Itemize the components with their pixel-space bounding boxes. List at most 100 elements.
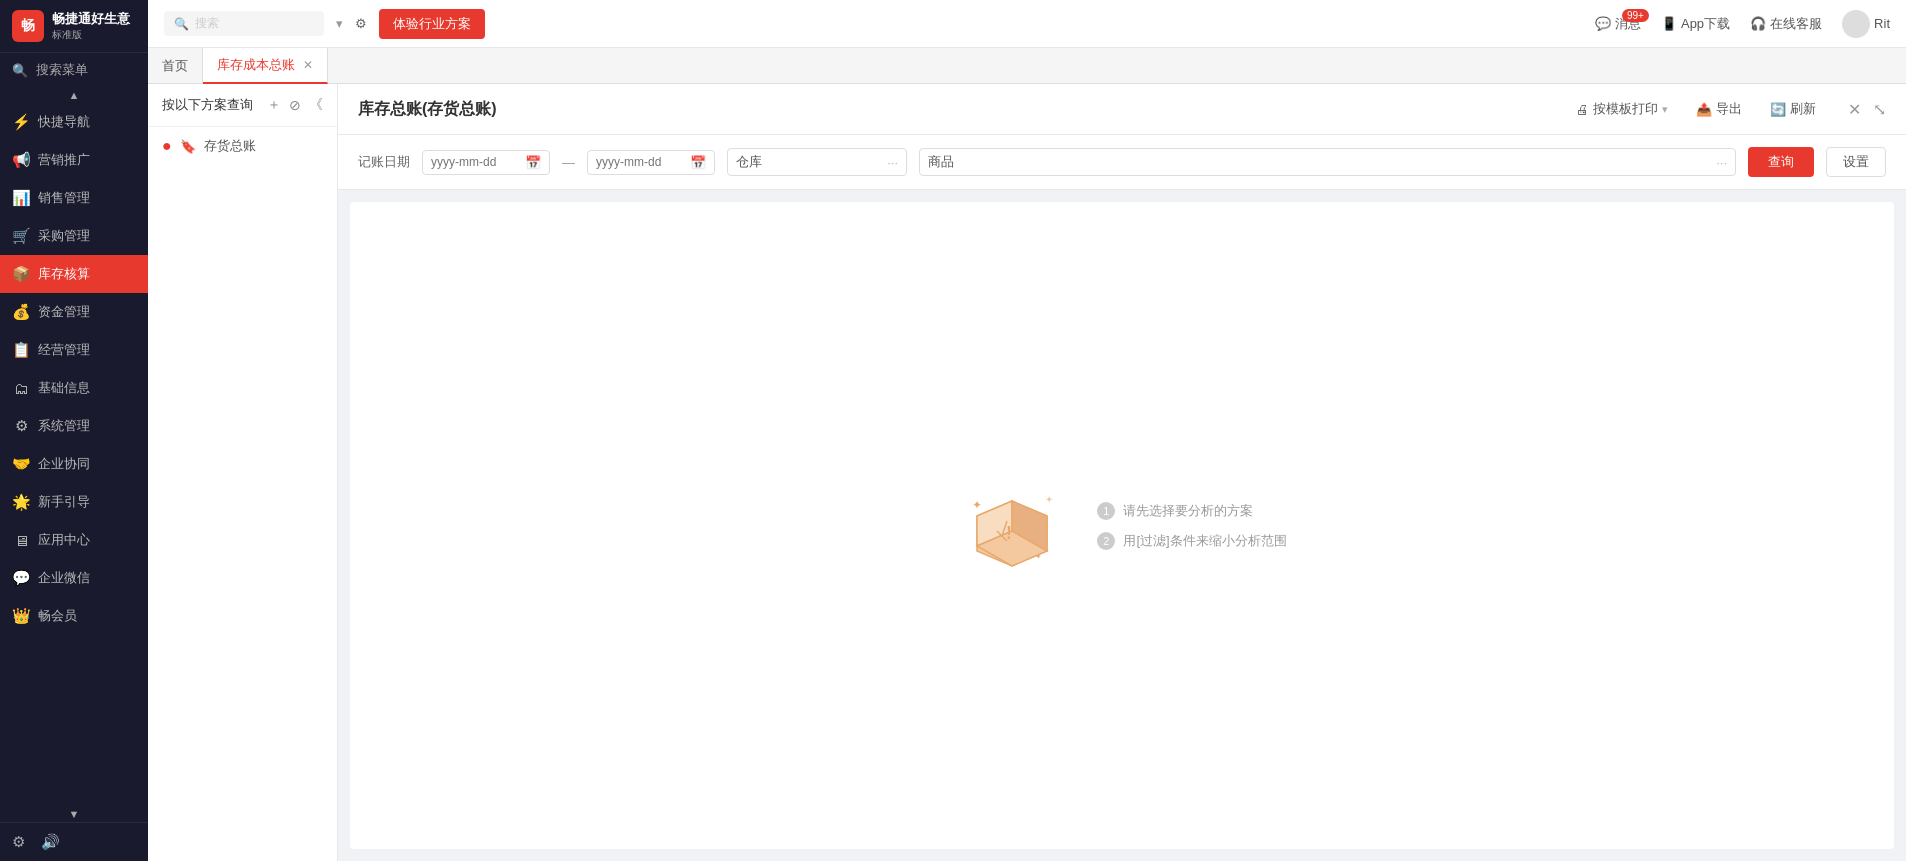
cooperation-icon: 🤝 — [12, 455, 30, 473]
filter-item-icon: 🔖 — [180, 139, 196, 154]
date-end-calendar-icon[interactable]: 📅 — [690, 155, 706, 170]
sidebar: 畅 畅捷通好生意 标准版 🔍 搜索菜单 ▲ ⚡ 快捷导航 📢 营销推广 📊 销售… — [0, 0, 148, 861]
sidebar-item-inventory[interactable]: 📦 库存核算 — [0, 255, 148, 293]
sidebar-item-system[interactable]: ⚙ 系统管理 — [0, 407, 148, 445]
filter-item-dot: ● — [162, 137, 172, 155]
filter-row: 记账日期 📅 — 📅 仓库 ··· 商品 ··· — [338, 135, 1906, 190]
tip-num-2: 2 — [1097, 532, 1115, 550]
warehouse-label: 仓库 — [736, 153, 762, 171]
sidebar-item-cooperation[interactable]: 🤝 企业协同 — [0, 445, 148, 483]
date-label: 记账日期 — [358, 153, 410, 171]
empty-state: ! ✦ ✦ ✦ 1 请先选择要分析的方案 2 用[过滤]条件来缩小 — [350, 202, 1894, 849]
sidebar-item-basic[interactable]: 🗂 基础信息 — [0, 369, 148, 407]
filter-item-inventory-ledger[interactable]: ● 🔖 存货总账 — [148, 127, 337, 165]
message-btn[interactable]: 💬 消息 99+ — [1595, 15, 1641, 33]
warehouse-more-icon[interactable]: ··· — [887, 155, 898, 170]
empty-tip-2: 2 用[过滤]条件来缩小分析范围 — [1097, 532, 1286, 550]
filter-delete-icon[interactable]: ⊘ — [289, 97, 301, 113]
appcenter-icon: 🖥 — [12, 532, 30, 549]
refresh-icon: 🔄 — [1770, 102, 1786, 117]
main-area: 🔍 搜索 ▾ ⚙ 体验行业方案 💬 消息 99+ 📱 App下载 🎧 在线客服 … — [148, 0, 1906, 861]
online-service-btn[interactable]: 🎧 在线客服 — [1750, 15, 1822, 33]
svg-text:!: ! — [1006, 523, 1012, 543]
inventory-icon: 📦 — [12, 265, 30, 283]
panel-expand-icon[interactable]: ⤡ — [1873, 100, 1886, 119]
sidebar-item-operations[interactable]: 📋 经营管理 — [0, 331, 148, 369]
phone-icon: 📱 — [1661, 16, 1677, 31]
settings-button[interactable]: 设置 — [1826, 147, 1886, 177]
panel-close-icon[interactable]: ✕ — [1848, 100, 1861, 119]
date-start-calendar-icon[interactable]: 📅 — [525, 155, 541, 170]
sidebar-item-appcenter[interactable]: 🖥 应用中心 — [0, 521, 148, 559]
svg-text:✦: ✦ — [1035, 552, 1042, 561]
sidebar-search[interactable]: 🔍 搜索菜单 — [0, 53, 148, 87]
print-icon: 🖨 — [1576, 102, 1589, 117]
date-end-input[interactable] — [596, 155, 686, 169]
empty-box-illustration: ! ✦ ✦ ✦ — [957, 471, 1067, 581]
app-logo-text: 畅捷通好生意 标准版 — [52, 10, 130, 42]
topbar-search-area[interactable]: 🔍 搜索 — [164, 11, 324, 36]
sidebar-bottom: ⚙ 🔊 — [0, 822, 148, 861]
sidebar-item-shortcut[interactable]: ⚡ 快捷导航 — [0, 103, 148, 141]
user-avatar-area[interactable]: Rit — [1842, 10, 1890, 38]
scroll-down-arrow[interactable]: ▼ — [0, 806, 148, 822]
sidebar-item-purchase[interactable]: 🛒 采购管理 — [0, 217, 148, 255]
avatar — [1842, 10, 1870, 38]
topbar: 🔍 搜索 ▾ ⚙ 体验行业方案 💬 消息 99+ 📱 App下载 🎧 在线客服 … — [148, 0, 1906, 48]
export-icon: 📤 — [1696, 102, 1712, 117]
sidebar-item-wechat[interactable]: 💬 企业微信 — [0, 559, 148, 597]
topbar-right: 💬 消息 99+ 📱 App下载 🎧 在线客服 Rit — [1595, 10, 1890, 38]
main-content: 库存总账(存货总账) 🖨 按模板打印 ▾ 📤 导出 🔄 刷新 — [338, 84, 1906, 861]
print-btn[interactable]: 🖨 按模板打印 ▾ — [1568, 96, 1676, 122]
date-start-input[interactable] — [431, 155, 521, 169]
topbar-chevron-icon[interactable]: ▾ — [336, 16, 343, 31]
filter-panel-title: 按以下方案查询 — [162, 96, 253, 114]
operations-icon: 📋 — [12, 341, 30, 359]
scroll-up-arrow[interactable]: ▲ — [0, 87, 148, 103]
sales-icon: 📊 — [12, 189, 30, 207]
app-download-btn[interactable]: 📱 App下载 — [1661, 15, 1730, 33]
filter-collapse-icon[interactable]: 《 — [309, 96, 323, 114]
sidebar-logo: 畅 畅捷通好生意 标准版 — [0, 0, 148, 53]
svg-text:✦: ✦ — [1045, 494, 1053, 505]
message-icon: 💬 — [1595, 16, 1611, 31]
content-area: 按以下方案查询 ＋ ⊘ 《 ● 🔖 存货总账 库存总账(存货总账) 🖨 — [148, 84, 1906, 861]
empty-tips: 1 请先选择要分析的方案 2 用[过滤]条件来缩小分析范围 — [1097, 502, 1286, 550]
guide-icon: 🌟 — [12, 493, 30, 511]
product-more-icon[interactable]: ··· — [1716, 155, 1727, 170]
date-separator: — — [562, 155, 575, 170]
product-field[interactable]: 商品 ··· — [919, 148, 1736, 176]
industry-btn[interactable]: 体验行业方案 — [379, 9, 485, 39]
product-label: 商品 — [928, 153, 954, 171]
sidebar-item-guide[interactable]: 🌟 新手引导 — [0, 483, 148, 521]
topbar-search-icon: 🔍 — [174, 17, 189, 31]
svg-text:✦: ✦ — [972, 498, 982, 512]
speaker-bottom-icon[interactable]: 🔊 — [41, 833, 60, 851]
topbar-gear-icon[interactable]: ⚙ — [355, 16, 367, 31]
tab-home[interactable]: 首页 — [148, 48, 203, 84]
filter-header: 按以下方案查询 ＋ ⊘ 《 — [148, 84, 337, 127]
search-button[interactable]: 查询 — [1748, 147, 1814, 177]
purchase-icon: 🛒 — [12, 227, 30, 245]
settings-bottom-icon[interactable]: ⚙ — [12, 833, 25, 851]
sidebar-item-sales[interactable]: 📊 销售管理 — [0, 179, 148, 217]
filter-header-icons: ＋ ⊘ 《 — [267, 96, 323, 114]
tab-bar: 首页 库存成本总账 ✕ — [148, 48, 1906, 84]
sidebar-item-marketing[interactable]: 📢 营销推广 — [0, 141, 148, 179]
marketing-icon: 📢 — [12, 151, 30, 169]
tab-inventory-ledger[interactable]: 库存成本总账 ✕ — [203, 48, 328, 84]
export-btn[interactable]: 📤 导出 — [1688, 96, 1750, 122]
headset-icon: 🎧 — [1750, 16, 1766, 31]
system-icon: ⚙ — [12, 417, 30, 435]
sidebar-item-member[interactable]: 👑 畅会员 — [0, 597, 148, 635]
sidebar-item-finance[interactable]: 💰 资金管理 — [0, 293, 148, 331]
warehouse-field[interactable]: 仓库 ··· — [727, 148, 907, 176]
wechat-icon: 💬 — [12, 569, 30, 587]
refresh-btn[interactable]: 🔄 刷新 — [1762, 96, 1824, 122]
page-title: 库存总账(存货总账) — [358, 99, 497, 120]
filter-add-icon[interactable]: ＋ — [267, 96, 281, 114]
empty-tip-1: 1 请先选择要分析的方案 — [1097, 502, 1286, 520]
filter-panel: 按以下方案查询 ＋ ⊘ 《 ● 🔖 存货总账 — [148, 84, 338, 861]
tab-close-icon[interactable]: ✕ — [303, 59, 313, 71]
print-chevron-icon: ▾ — [1662, 103, 1668, 116]
